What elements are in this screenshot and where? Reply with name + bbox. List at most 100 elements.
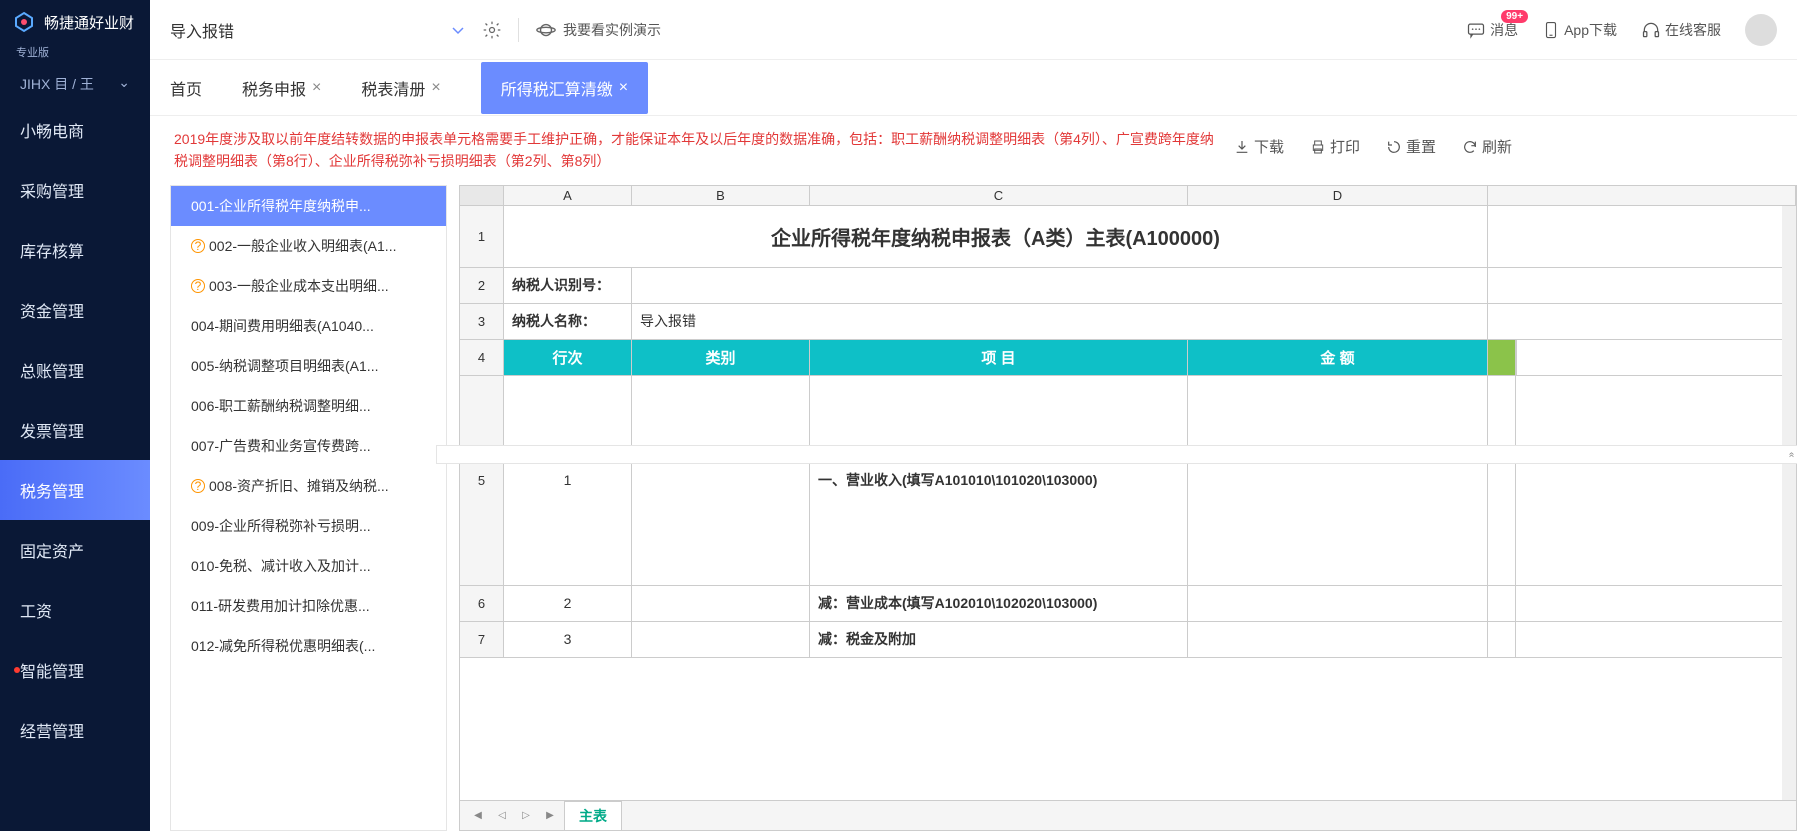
brand-name: 畅捷通好业财 <box>44 12 134 33</box>
title-dropdown-icon[interactable] <box>450 22 466 38</box>
tab-home[interactable]: 首页 <box>170 62 202 114</box>
warn-icon: ? <box>191 279 205 293</box>
header-b[interactable]: 类别 <box>632 340 810 375</box>
sidebar: 畅捷通好业财 专业版 JIHX 目 / 王 ⌄ 小畅电商 采购管理 库存核算 资… <box>0 0 150 831</box>
sidebar-item-9[interactable]: 智能管理 <box>0 640 150 700</box>
settings-icon[interactable] <box>482 20 502 40</box>
cell-7c[interactable]: 减：税金及附加 <box>810 622 1188 657</box>
col-head-b[interactable]: B <box>632 186 810 205</box>
form-item-012[interactable]: 012-减免所得税优惠明细表(... <box>171 626 446 666</box>
form-item-007[interactable]: 007-广告费和业务宣传费跨... <box>171 426 446 466</box>
sidebar-item-10[interactable]: 经营管理 <box>0 700 150 760</box>
sheet-nav-next[interactable]: ▷ <box>516 806 536 826</box>
close-icon[interactable]: × <box>431 79 440 97</box>
customer-service-button[interactable]: 在线客服 <box>1641 20 1721 40</box>
nav-item-truncated[interactable]: JIHX 目 / 王 ⌄ <box>0 68 150 100</box>
tab-1[interactable]: 税务申报× <box>242 62 321 114</box>
page-title: 导入报错 <box>170 18 234 42</box>
tab-2[interactable]: 税表清册× <box>361 62 440 114</box>
tabs: 首页 税务申报× 税表清册× 所得税汇算清缴× <box>150 60 1797 116</box>
download-icon <box>1234 139 1250 155</box>
warn-icon: ? <box>191 239 205 253</box>
header-c[interactable]: 项 目 <box>810 340 1188 375</box>
sidebar-item-0[interactable]: 小畅电商 <box>0 100 150 160</box>
col-head-rest[interactable] <box>1488 186 1796 205</box>
row-head-3[interactable]: 3 <box>460 304 504 339</box>
form-item-004[interactable]: 004-期间费用明细表(A1040... <box>171 306 446 346</box>
download-button[interactable]: 下载 <box>1234 136 1284 157</box>
cell-5a[interactable]: 1 <box>504 376 632 585</box>
content: 2019年度涉及取以前年度结转数据的申报表单元格需要手工维护正确，才能保证本年及… <box>150 116 1797 831</box>
sheet-nav-first[interactable]: ◀ <box>468 806 488 826</box>
sheet-nav-prev[interactable]: ◁ <box>492 806 512 826</box>
collapse-handle[interactable]: « <box>436 445 1797 465</box>
col-headers: A B C D <box>460 186 1796 206</box>
form-item-011[interactable]: 011-研发费用加计扣除优惠... <box>171 586 446 626</box>
print-button[interactable]: 打印 <box>1310 136 1360 157</box>
sidebar-item-1[interactable]: 采购管理 <box>0 160 150 220</box>
brand-edition: 专业版 <box>0 44 150 68</box>
close-icon[interactable]: × <box>312 79 321 97</box>
sidebar-item-6[interactable]: 税务管理 <box>0 460 150 520</box>
demo-link[interactable]: 我要看实例演示 <box>535 19 661 41</box>
app-download-button[interactable]: App下载 <box>1542 20 1617 40</box>
form-item-005[interactable]: 005-纳税调整项目明细表(A1... <box>171 346 446 386</box>
avatar[interactable] <box>1745 14 1777 46</box>
topbar: 导入报错 我要看实例演示 消息 99+ <box>150 0 1797 60</box>
form-item-003[interactable]: ?003-一般企业成本支出明细... <box>171 266 446 306</box>
col-head-a[interactable]: A <box>504 186 632 205</box>
row-head-2[interactable]: 2 <box>460 268 504 303</box>
message-icon <box>1466 20 1486 40</box>
row-head-7[interactable]: 7 <box>460 622 504 657</box>
reset-button[interactable]: 重置 <box>1386 136 1436 157</box>
brand-logo-icon <box>12 10 36 34</box>
col-head-d[interactable]: D <box>1188 186 1488 205</box>
sidebar-item-4[interactable]: 总账管理 <box>0 340 150 400</box>
col-head-c[interactable]: C <box>810 186 1188 205</box>
brand: 畅捷通好业财 <box>0 0 150 44</box>
sheet-title[interactable]: 企业所得税年度纳税申报表（A类）主表(A100000) <box>504 206 1488 267</box>
header-d[interactable]: 金 额 <box>1188 340 1488 375</box>
cell-5c[interactable]: 一、营业收入(填写A101010\101020\103000) <box>810 376 1188 585</box>
planet-icon <box>535 19 557 41</box>
cell-2a[interactable]: 纳税人识别号： <box>504 268 632 303</box>
main: 导入报错 我要看实例演示 消息 99+ <box>150 0 1797 831</box>
form-item-002[interactable]: ?002-一般企业收入明细表(A1... <box>171 226 446 266</box>
close-icon[interactable]: × <box>619 79 628 97</box>
sidebar-item-7[interactable]: 固定资产 <box>0 520 150 580</box>
sheet-nav-last[interactable]: ▶ <box>540 806 560 826</box>
row-head-4[interactable]: 4 <box>460 340 504 375</box>
warn-icon: ? <box>191 479 205 493</box>
header-a[interactable]: 行次 <box>504 340 632 375</box>
sidebar-item-8[interactable]: 工资 <box>0 580 150 640</box>
cell-3b[interactable]: 导入报错 <box>632 304 1488 339</box>
form-item-010[interactable]: 010-免税、减计收入及加计... <box>171 546 446 586</box>
row-head-1[interactable]: 1 <box>460 206 504 267</box>
tab-3[interactable]: 所得税汇算清缴× <box>481 62 648 114</box>
sheet-tab-main[interactable]: 主表 <box>564 801 622 830</box>
form-item-006[interactable]: 006-职工薪酬纳税调整明细... <box>171 386 446 426</box>
headset-icon <box>1641 20 1661 40</box>
refresh-button[interactable]: 刷新 <box>1462 136 1512 157</box>
sheet-body[interactable]: 1 企业所得税年度纳税申报表（A类）主表(A100000) 2 纳税人识别号： <box>460 206 1796 800</box>
sidebar-item-2[interactable]: 库存核算 <box>0 220 150 280</box>
vertical-scrollbar[interactable] <box>1782 206 1796 800</box>
row-head-6[interactable]: 6 <box>460 586 504 621</box>
cell-6a[interactable]: 2 <box>504 586 632 621</box>
messages-button[interactable]: 消息 99+ <box>1466 20 1518 40</box>
form-item-008[interactable]: ?008-资产折旧、摊销及纳税... <box>171 466 446 506</box>
phone-icon <box>1542 20 1560 40</box>
cell-3a[interactable]: 纳税人名称： <box>504 304 632 339</box>
cell-6c[interactable]: 减：营业成本(填写A102010\102020\103000) <box>810 586 1188 621</box>
row-head-5[interactable]: 5 <box>460 376 504 585</box>
form-item-001[interactable]: 001-企业所得税年度纳税申... <box>171 186 446 226</box>
spreadsheet: A B C D 1 企业所得税年度纳税申报表（A类）主表(A100000) <box>459 185 1797 831</box>
cell-7a[interactable]: 3 <box>504 622 632 657</box>
form-item-009[interactable]: 009-企业所得税弥补亏损明... <box>171 506 446 546</box>
sidebar-item-5[interactable]: 发票管理 <box>0 400 150 460</box>
corner-cell[interactable] <box>460 186 504 205</box>
toolbar: 下载 打印 重置 刷新 <box>1234 128 1512 157</box>
sidebar-item-3[interactable]: 资金管理 <box>0 280 150 340</box>
notice-text: 2019年度涉及取以前年度结转数据的申报表单元格需要手工维护正确，才能保证本年及… <box>174 128 1214 173</box>
print-icon <box>1310 139 1326 155</box>
